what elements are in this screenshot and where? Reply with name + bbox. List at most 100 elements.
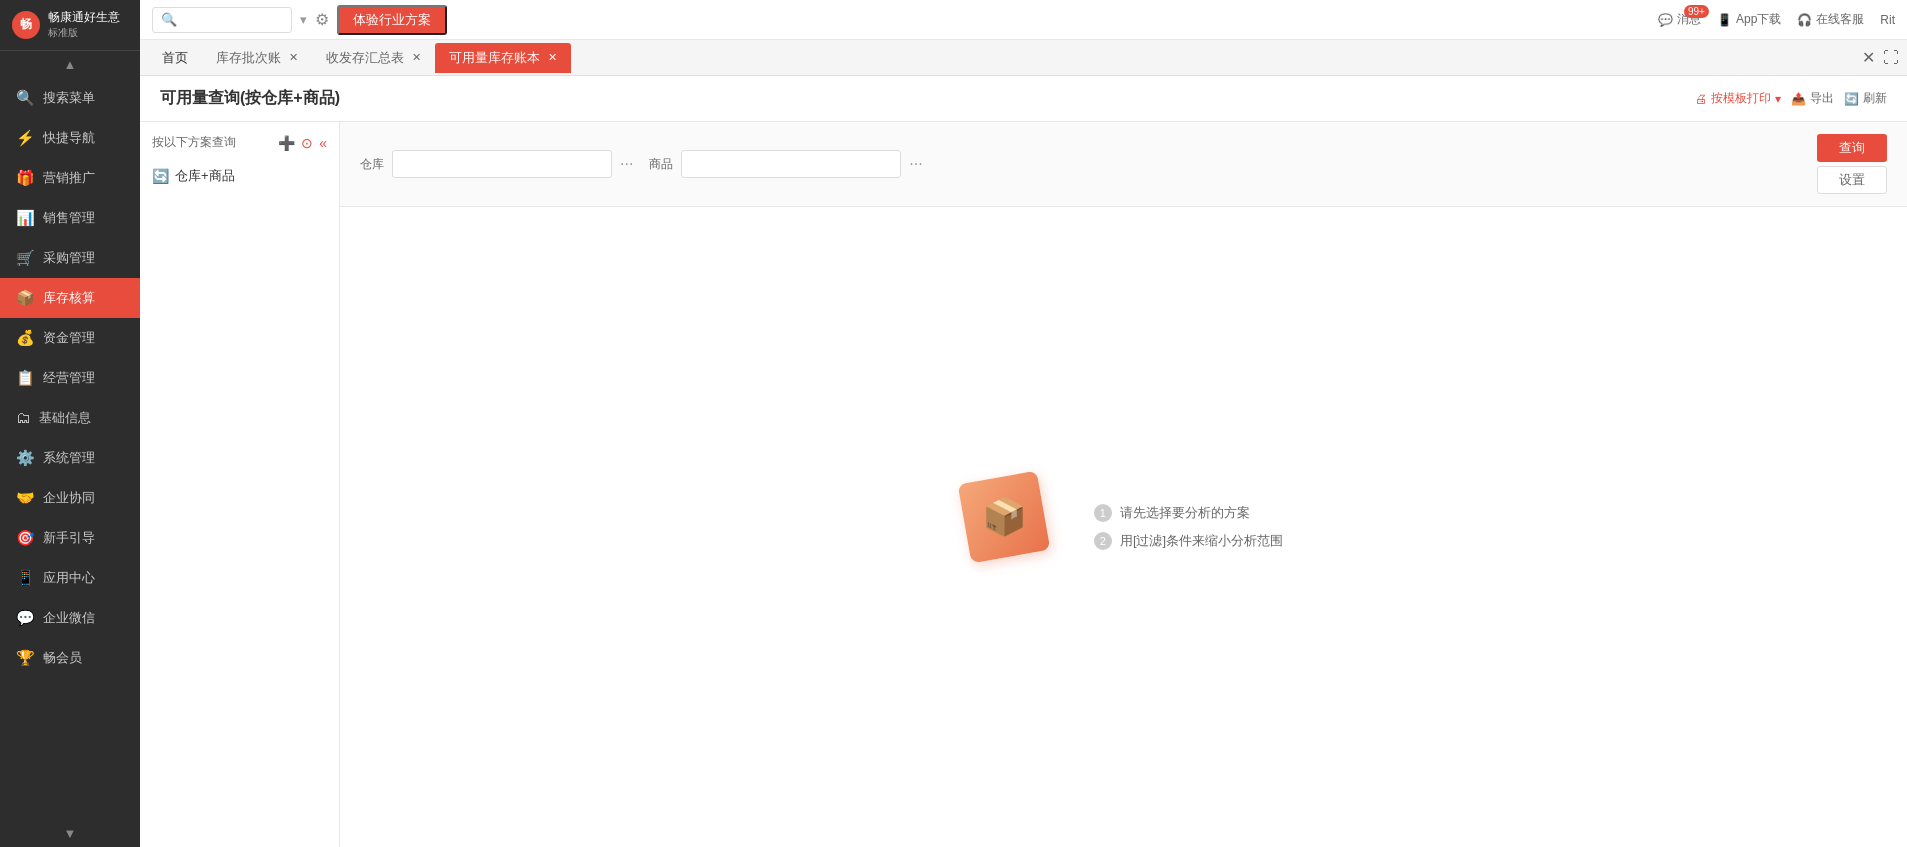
- sidebar-item-label: 库存核算: [43, 289, 95, 307]
- app-title-block: 畅康通好生意 标准版: [48, 10, 120, 40]
- topbar-search-box[interactable]: 🔍: [152, 7, 292, 33]
- sidebar-item-newbie[interactable]: 🎯 新手引导: [0, 518, 140, 558]
- app-subtitle: 标准版: [48, 26, 120, 40]
- export-btn[interactable]: 📤 导出: [1791, 90, 1834, 107]
- sidebar-item-label: 应用中心: [43, 569, 95, 587]
- goods-input[interactable]: [681, 150, 901, 178]
- main-panel: 仓库 ··· 商品 ··· 查询 设置: [340, 122, 1907, 847]
- page-title: 可用量查询(按仓库+商品): [160, 88, 340, 109]
- sidebar-item-enterprise[interactable]: 🤝 企业协同: [0, 478, 140, 518]
- filter-header-label: 按以下方案查询: [152, 134, 236, 151]
- message-badge: 99+: [1684, 5, 1709, 18]
- sidebar-item-sales[interactable]: 📊 销售管理: [0, 198, 140, 238]
- trophy-icon: 🏆: [16, 649, 35, 667]
- topbar-app-download-btn[interactable]: 📱 App下载: [1717, 11, 1781, 28]
- tip-text-1: 请先选择要分析的方案: [1120, 504, 1250, 522]
- sidebar-item-purchase[interactable]: 🛒 采购管理: [0, 238, 140, 278]
- sidebar-item-vip[interactable]: 🏆 畅会员: [0, 638, 140, 678]
- filter-add-btn[interactable]: ➕: [278, 135, 295, 151]
- target-icon: 🎯: [16, 529, 35, 547]
- topbar-trial-button[interactable]: 体验行业方案: [337, 5, 447, 35]
- settings-button[interactable]: 设置: [1817, 166, 1887, 194]
- topbar-gear-icon[interactable]: ⚙: [315, 10, 329, 29]
- query-button[interactable]: 查询: [1817, 134, 1887, 162]
- filter-settings-btn[interactable]: ⊙: [301, 135, 313, 151]
- tip-text-2: 用[过滤]条件来缩小分析范围: [1120, 532, 1283, 550]
- tabs-actions: ✕ ⛶: [1862, 48, 1899, 67]
- tabs-close-all-btn[interactable]: ✕: [1862, 48, 1875, 67]
- sidebar-item-operations[interactable]: 📋 经营管理: [0, 358, 140, 398]
- goods-label: 商品: [649, 156, 673, 173]
- warehouse-more-btn[interactable]: ···: [620, 155, 633, 173]
- sidebar-scroll-up[interactable]: ▲: [0, 51, 140, 78]
- tabs-bar: 首页 库存批次账 ✕ 收发存汇总表 ✕ 可用量库存账本 ✕ ✕ ⛶: [140, 40, 1907, 76]
- sidebar-item-finance[interactable]: 💰 资金管理: [0, 318, 140, 358]
- sidebar-item-system[interactable]: ⚙️ 系统管理: [0, 438, 140, 478]
- filter-header: 按以下方案查询 ➕ ⊙ «: [140, 134, 339, 159]
- sidebar-item-label: 资金管理: [43, 329, 95, 347]
- tab-inventory-batch[interactable]: 库存批次账 ✕: [202, 43, 312, 73]
- tab-close-available-stock[interactable]: ✕: [548, 51, 557, 64]
- query-buttons: 查询 设置: [1817, 134, 1887, 194]
- tab-close-stock-summary[interactable]: ✕: [412, 51, 421, 64]
- print-icon: 🖨: [1695, 92, 1707, 106]
- message-icon: 💬: [1658, 13, 1673, 27]
- gift-icon: 🎁: [16, 169, 35, 187]
- sidebar-item-label: 经营管理: [43, 369, 95, 387]
- filter-panel: 按以下方案查询 ➕ ⊙ « 🔄 仓库+商品: [140, 122, 340, 847]
- tab-available-stock[interactable]: 可用量库存账本 ✕: [435, 43, 571, 73]
- empty-illustration: [964, 477, 1064, 577]
- search-icon: 🔍: [16, 89, 35, 107]
- phone-icon: 📱: [16, 569, 35, 587]
- empty-tip-2: 2 用[过滤]条件来缩小分析范围: [1094, 532, 1283, 550]
- goods-more-btn[interactable]: ···: [909, 155, 922, 173]
- tabs-expand-btn[interactable]: ⛶: [1883, 48, 1899, 67]
- empty-state: 1 请先选择要分析的方案 2 用[过滤]条件来缩小分析范围: [340, 207, 1907, 847]
- tip-num-1: 1: [1094, 504, 1112, 522]
- sidebar-item-label: 企业协同: [43, 489, 95, 507]
- goods-field: 商品 ···: [649, 150, 922, 178]
- tab-home[interactable]: 首页: [148, 43, 202, 73]
- page-actions: 🖨 按模板打印 ▾ 📤 导出 🔄 刷新: [1695, 90, 1887, 107]
- topbar-dropdown-icon[interactable]: ▾: [300, 12, 307, 27]
- print-dropdown-icon[interactable]: ▾: [1775, 92, 1781, 106]
- topbar-search-input[interactable]: [181, 13, 281, 27]
- headset-icon: 🎧: [1797, 13, 1812, 27]
- topbar-service-btn[interactable]: 🎧 在线客服: [1797, 11, 1864, 28]
- money-icon: 💰: [16, 329, 35, 347]
- sidebar-item-inventory[interactable]: 📦 库存核算: [0, 278, 140, 318]
- tab-stock-summary[interactable]: 收发存汇总表 ✕: [312, 43, 435, 73]
- clipboard-icon: 📋: [16, 369, 35, 387]
- sidebar-item-basic[interactable]: 🗂 基础信息: [0, 398, 140, 438]
- cart-icon: 🛒: [16, 249, 35, 267]
- refresh-btn[interactable]: 🔄 刷新: [1844, 90, 1887, 107]
- sidebar-item-appstore[interactable]: 📱 应用中心: [0, 558, 140, 598]
- tip-num-2: 2: [1094, 532, 1112, 550]
- sidebar-item-label: 营销推广: [43, 169, 95, 187]
- topbar-user-info[interactable]: Rit: [1880, 13, 1895, 27]
- sidebar-item-wxwork[interactable]: 💬 企业微信: [0, 598, 140, 638]
- topbar: 🔍 ▾ ⚙ 体验行业方案 💬 消息 99+ 📱 App下载 🎧 在线客服 Rit: [140, 0, 1907, 40]
- topbar-message-btn[interactable]: 💬 消息 99+: [1658, 11, 1701, 28]
- filter-item-label: 仓库+商品: [175, 167, 235, 185]
- sidebar-item-label: 系统管理: [43, 449, 95, 467]
- sidebar-item-label: 畅会员: [43, 649, 82, 667]
- main-area: 🔍 ▾ ⚙ 体验行业方案 💬 消息 99+ 📱 App下载 🎧 在线客服 Rit: [140, 0, 1907, 847]
- filter-item-icon: 🔄: [152, 168, 169, 184]
- sidebar-scroll-down[interactable]: ▼: [0, 820, 140, 847]
- filter-collapse-btn[interactable]: «: [319, 135, 327, 151]
- sidebar-item-marketing[interactable]: 🎁 营销推广: [0, 158, 140, 198]
- topbar-search-icon: 🔍: [161, 12, 177, 27]
- app-title: 畅康通好生意: [48, 10, 120, 26]
- filter-item-warehouse-goods[interactable]: 🔄 仓库+商品: [140, 159, 339, 193]
- phone-download-icon: 📱: [1717, 13, 1732, 27]
- warehouse-input[interactable]: [392, 150, 612, 178]
- folder-icon: 🗂: [16, 409, 31, 426]
- content-area: 按以下方案查询 ➕ ⊙ « 🔄 仓库+商品 仓库 ···: [140, 122, 1907, 847]
- tab-close-inventory-batch[interactable]: ✕: [289, 51, 298, 64]
- sidebar-item-search[interactable]: 🔍 搜索菜单: [0, 78, 140, 118]
- print-btn[interactable]: 🖨 按模板打印 ▾: [1695, 90, 1781, 107]
- sidebar-item-label: 采购管理: [43, 249, 95, 267]
- sidebar-item-label: 企业微信: [43, 609, 95, 627]
- sidebar-item-shortcut[interactable]: ⚡ 快捷导航: [0, 118, 140, 158]
